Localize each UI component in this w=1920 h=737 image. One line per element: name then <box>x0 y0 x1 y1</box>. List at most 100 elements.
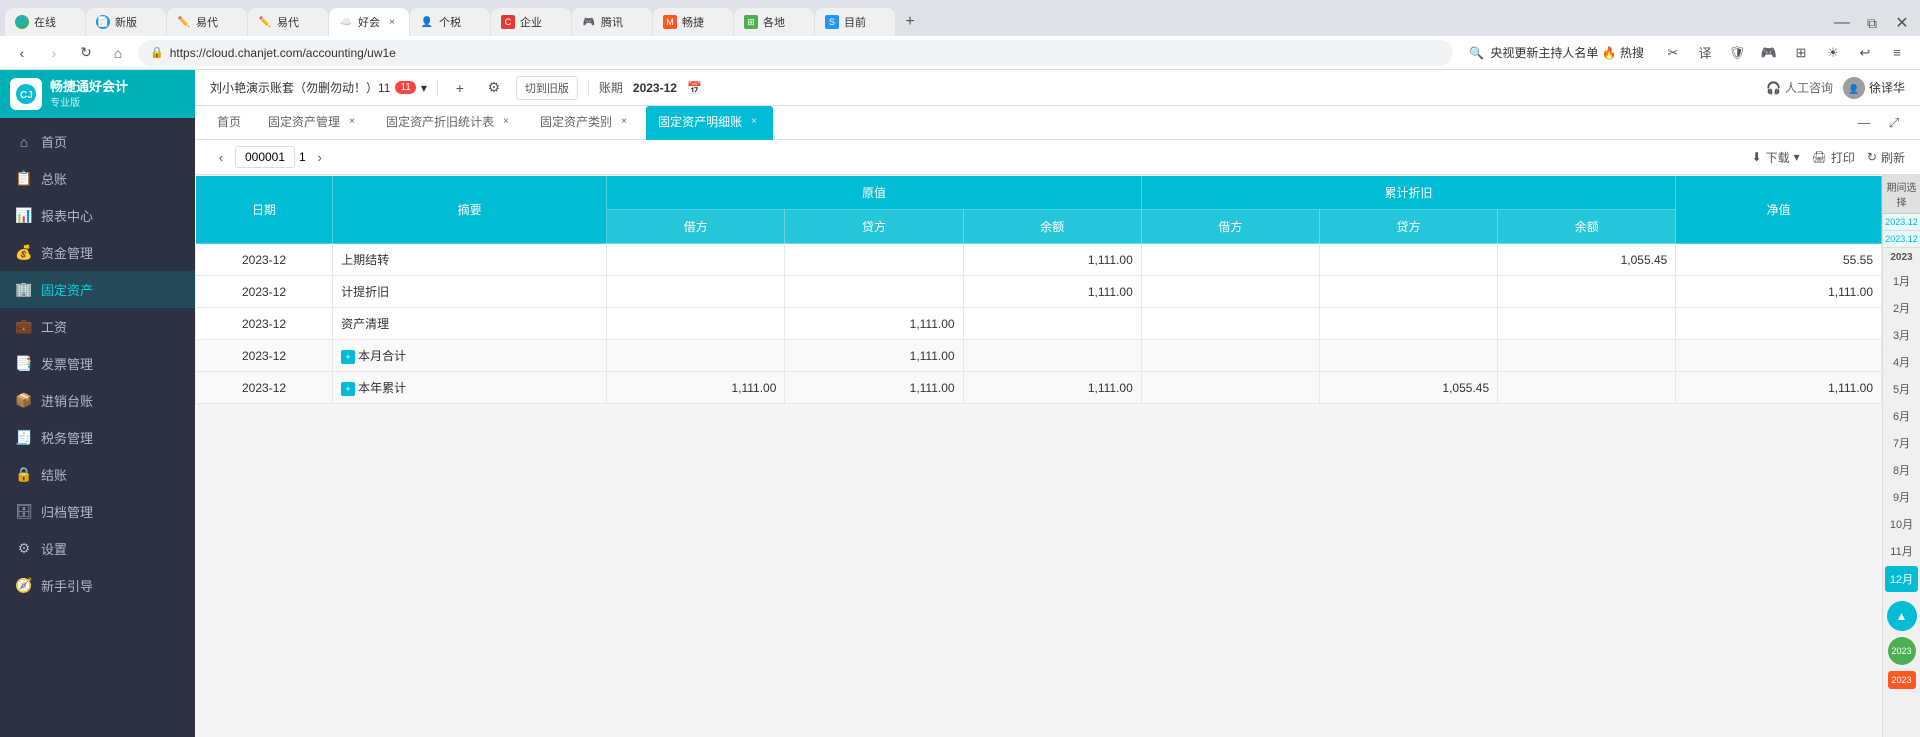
cell-date-1: 2023-12 <box>196 276 333 308</box>
app-tab-bar: 首页 固定资产管理 × 固定资产折旧统计表 × 固定资产类别 × 固定资产明细账… <box>195 106 1920 140</box>
minimize-pane-button[interactable]: — <box>1853 112 1875 134</box>
sidebar-item-guide[interactable]: 🧭 新手引导 <box>0 567 195 604</box>
tab-home[interactable]: 首页 <box>205 106 253 140</box>
tab-fixed-asset-detail[interactable]: 固定资产明细账 × <box>646 106 773 140</box>
address-bar[interactable]: 🔒 https://cloud.chanjet.com/accounting/u… <box>138 40 1453 66</box>
year-badge-current[interactable]: 2023 <box>1888 671 1916 689</box>
tab-label-2: 新版 <box>115 14 137 30</box>
sidebar-item-reports[interactable]: 📊 报表中心 <box>0 197 195 234</box>
home-button[interactable]: ⌂ <box>106 41 130 65</box>
main-content: 刘小艳演示账套（勿删勿动！）11 11 ▾ + ⚙ 切到旧版 账期 2023-1… <box>195 70 1920 737</box>
menu-icon[interactable]: ≡ <box>1884 40 1910 66</box>
browser-tab-10[interactable]: ⊞ 各地 <box>734 8 814 36</box>
period-month-12月[interactable]: 12月 <box>1885 566 1918 592</box>
next-record-button[interactable]: › <box>309 146 331 168</box>
browser-tab-2[interactable]: 📄 新版 <box>86 8 166 36</box>
sidebar-item-archive[interactable]: 🗄 归档管理 <box>0 493 195 530</box>
th-net-value: 净值 <box>1676 176 1882 244</box>
app-layout: CJ 畅捷通好会计 专业版 ⌂ 首页 📋 总账 📊 报表中心 💰 资金管理 <box>0 70 1920 737</box>
cut-icon[interactable]: ✂ <box>1660 40 1686 66</box>
reload-button[interactable]: ↻ <box>74 41 98 65</box>
cell-accum-debit-4 <box>1141 372 1319 404</box>
sidebar-item-tax[interactable]: 🧾 税务管理 <box>0 419 195 456</box>
period-month-10月[interactable]: 10月 <box>1883 511 1920 538</box>
sidebar-item-payroll[interactable]: 💼 工资 <box>0 308 195 345</box>
company-selector[interactable]: 刘小艳演示账套（勿删勿动！）11 11 ▾ <box>210 79 427 96</box>
period-month-11月[interactable]: 11月 <box>1883 538 1920 565</box>
tax-icon: 🧾 <box>15 429 33 447</box>
browser-tab-5[interactable]: ☁️ 好会 × <box>329 8 409 36</box>
browser-tab-6[interactable]: 👤 个税 <box>410 8 490 36</box>
tab-fixed-asset-category-label: 固定资产类别 <box>540 113 612 130</box>
browser-tab-3[interactable]: ✏️ 易代 <box>167 8 247 36</box>
tab-fixed-asset-depreciation[interactable]: 固定资产折旧统计表 × <box>374 106 525 140</box>
tab-fixed-asset-mgmt[interactable]: 固定资产管理 × <box>256 106 371 140</box>
maximize-pane-button[interactable]: ⤢ <box>1883 112 1905 134</box>
translate-icon[interactable]: 译 <box>1692 40 1718 66</box>
tab-close-5[interactable]: × <box>385 15 399 29</box>
window-minimize[interactable]: — <box>1829 10 1855 36</box>
cell-accum-debit-3 <box>1141 340 1319 372</box>
tab-home-label: 首页 <box>217 113 241 130</box>
calendar-icon[interactable]: 📅 <box>687 81 702 95</box>
browser-tab-8[interactable]: 🎮 腾讯 <box>572 8 652 36</box>
sidebar-item-close[interactable]: 🔒 结账 <box>0 456 195 493</box>
switch-version-button[interactable]: 切到旧版 <box>516 76 578 100</box>
topbar-divider-2 <box>588 80 589 96</box>
history-icon[interactable]: ↩ <box>1852 40 1878 66</box>
sidebar-item-funds[interactable]: 💰 资金管理 <box>0 234 195 271</box>
period-month-8月[interactable]: 8月 <box>1883 457 1920 484</box>
grid-icon[interactable]: ⊞ <box>1788 40 1814 66</box>
refresh-button[interactable]: ↻ 刷新 <box>1867 149 1905 166</box>
sidebar-item-settings[interactable]: ⚙ 设置 <box>0 530 195 567</box>
cell-accum-balance-2 <box>1498 308 1676 340</box>
sidebar-item-invoice[interactable]: 📑 发票管理 <box>0 345 195 382</box>
sidebar-label-settings: 设置 <box>41 539 67 558</box>
tab-label-8: 腾讯 <box>601 14 623 30</box>
period-month-7月[interactable]: 7月 <box>1883 430 1920 457</box>
record-id-input[interactable] <box>235 146 295 168</box>
settings-company-button[interactable]: ⚙ <box>482 76 506 100</box>
sidebar-item-inventory[interactable]: 📦 进销台账 <box>0 382 195 419</box>
support-button[interactable]: 🎧 人工咨询 <box>1766 79 1833 96</box>
prev-record-button[interactable]: ‹ <box>210 146 232 168</box>
period-month-2月[interactable]: 2月 <box>1883 295 1920 322</box>
sidebar-item-fixed-assets[interactable]: 🏢 固定资产 <box>0 271 195 308</box>
browser-tab-7[interactable]: C 企业 <box>491 8 571 36</box>
forward-button[interactable]: › <box>42 41 66 65</box>
period-month-3月[interactable]: 3月 <box>1883 322 1920 349</box>
window-close[interactable]: ✕ <box>1889 10 1915 36</box>
scroll-up-button[interactable]: ▲ <box>1887 601 1917 631</box>
period-month-9月[interactable]: 9月 <box>1883 484 1920 511</box>
browser-tab-1[interactable]: 🌐 在线 <box>5 8 85 36</box>
new-tab-button[interactable]: + <box>896 8 924 36</box>
game-icon[interactable]: 🎮 <box>1756 40 1782 66</box>
tab-favicon-5: ☁️ <box>339 15 353 29</box>
user-info[interactable]: 👤 徐译华 <box>1843 77 1905 99</box>
brightness-icon[interactable]: ☀ <box>1820 40 1846 66</box>
browser-tab-4[interactable]: ✏️ 易代 <box>248 8 328 36</box>
tab-fixed-asset-detail-label: 固定资产明细账 <box>658 113 742 130</box>
sidebar-item-home[interactable]: ⌂ 首页 <box>0 123 195 160</box>
tab-fixed-asset-category-close[interactable]: × <box>617 115 631 129</box>
print-button[interactable]: 🖨 打印 <box>1812 149 1855 166</box>
archive-icon: 🗄 <box>15 503 33 521</box>
extension-icon[interactable]: 🛡 <box>1724 40 1750 66</box>
browser-tab-11[interactable]: S 目前 <box>815 8 895 36</box>
window-restore[interactable]: ⧉ <box>1859 10 1885 36</box>
tab-fixed-asset-detail-close[interactable]: × <box>747 115 761 129</box>
add-company-button[interactable]: + <box>448 76 472 100</box>
year-badge-2023[interactable]: 2023 <box>1888 637 1916 665</box>
back-button[interactable]: ‹ <box>10 41 34 65</box>
sidebar-item-general-ledger[interactable]: 📋 总账 <box>0 160 195 197</box>
download-button[interactable]: ⬇ 下载 ▾ <box>1752 149 1800 166</box>
browser-tab-9[interactable]: M 畅捷 <box>653 8 733 36</box>
period-month-1月[interactable]: 1月 <box>1883 268 1920 295</box>
tab-fixed-asset-category[interactable]: 固定资产类别 × <box>528 106 643 140</box>
tab-fixed-asset-depreciation-close[interactable]: × <box>499 115 513 129</box>
period-month-4月[interactable]: 4月 <box>1883 349 1920 376</box>
tab-fixed-asset-mgmt-close[interactable]: × <box>345 115 359 129</box>
period-month-5月[interactable]: 5月 <box>1883 376 1920 403</box>
period-month-2023[interactable]: 2023 <box>1883 248 1920 268</box>
period-month-6月[interactable]: 6月 <box>1883 403 1920 430</box>
